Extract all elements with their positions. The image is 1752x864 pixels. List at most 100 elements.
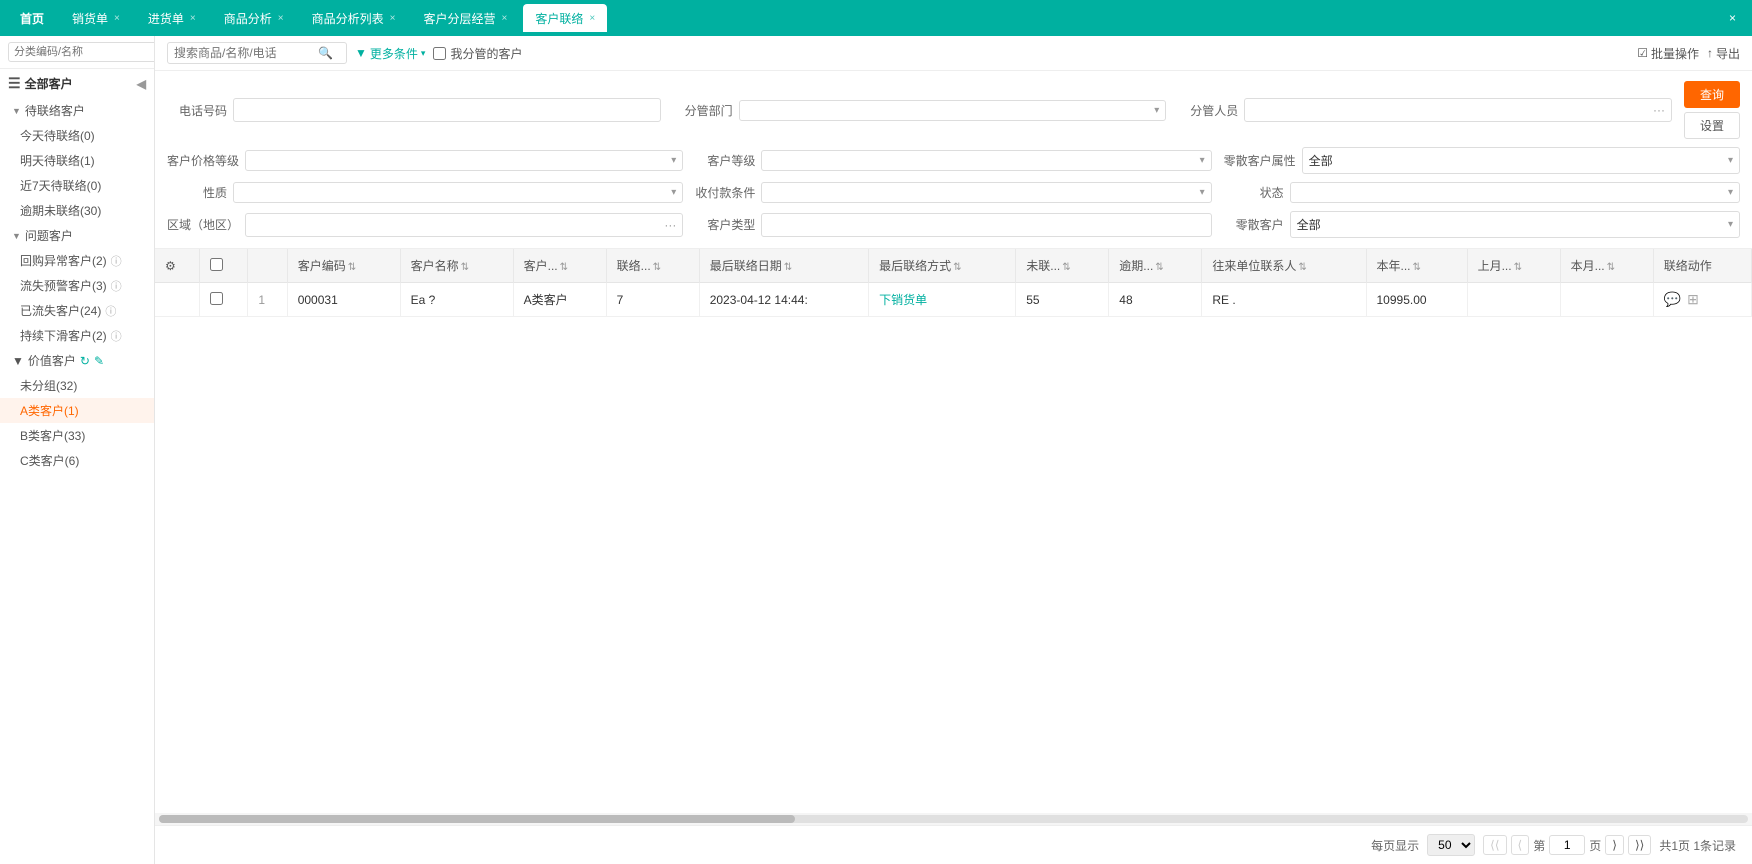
sidebar-item-repurchase-abnormal[interactable]: 回购异常客户(2) ⓘ xyxy=(0,248,154,273)
close-icon[interactable]: × xyxy=(278,13,284,24)
tab-customer-contact[interactable]: 客户联络 × xyxy=(523,4,607,32)
action-icons: 💬 ⊞ xyxy=(1664,291,1741,308)
sidebar-item-unclassified[interactable]: 未分组(32) xyxy=(0,373,154,398)
close-icon[interactable]: × xyxy=(501,13,507,24)
col-settings[interactable]: ⚙ xyxy=(155,249,199,283)
page-size-select[interactable]: 50 xyxy=(1427,834,1475,856)
sort-icon[interactable]: ⇅ xyxy=(1514,262,1522,273)
page-number-input[interactable] xyxy=(1549,835,1585,855)
all-customers-header[interactable]: ☰ 全部客户 ◀ xyxy=(0,69,154,98)
tab-product-analysis[interactable]: 商品分析 × xyxy=(212,4,296,32)
sidebar-item-7days-pending[interactable]: 近7天待联络(0) xyxy=(0,173,154,198)
select-all-checkbox[interactable] xyxy=(210,258,223,271)
filter-form: 电话号码 分管部门 ▾ 分管人员 ··· xyxy=(155,71,1752,249)
sort-icon[interactable]: ⇅ xyxy=(348,262,356,273)
last-method-link[interactable]: 下销货单 xyxy=(879,293,927,307)
sort-icon[interactable]: ⇅ xyxy=(1413,262,1421,273)
col-this-month[interactable]: 本月...⇅ xyxy=(1560,249,1653,283)
scatter-attr-select[interactable]: 全部 ▾ xyxy=(1302,147,1740,174)
scatter-customer-select[interactable]: 全部 ▾ xyxy=(1290,211,1740,238)
sidebar-item-declining[interactable]: 持续下滑客户(2) ⓘ xyxy=(0,323,154,348)
search-input[interactable] xyxy=(174,46,314,60)
settings-button[interactable]: 设置 xyxy=(1684,112,1740,139)
col-not-contact[interactable]: 未联...⇅ xyxy=(1016,249,1109,283)
next-page-button[interactable]: ⟩ xyxy=(1605,835,1624,855)
scrollbar-thumb[interactable] xyxy=(159,815,795,823)
message-icon[interactable]: 💬 xyxy=(1664,291,1681,308)
col-unit-contact[interactable]: 往来单位联系人⇅ xyxy=(1202,249,1366,283)
first-page-button[interactable]: ⟨⟨ xyxy=(1483,835,1506,855)
col-checkbox[interactable] xyxy=(199,249,247,283)
sidebar-item-today-pending[interactable]: 今天待联络(0) xyxy=(0,123,154,148)
tab-purchase-order[interactable]: 进货单 × xyxy=(136,4,208,32)
search-icon[interactable]: 🔍 xyxy=(318,46,333,60)
sort-icon[interactable]: ⇅ xyxy=(1607,262,1615,273)
close-icon[interactable]: × xyxy=(589,13,595,24)
sort-icon[interactable]: ⇅ xyxy=(1062,262,1070,273)
row-checkbox[interactable] xyxy=(210,292,223,305)
col-this-year[interactable]: 本年...⇅ xyxy=(1366,249,1467,283)
export-button[interactable]: ↑ 导出 xyxy=(1707,45,1740,62)
close-icon[interactable]: × xyxy=(114,13,120,24)
batch-operation-button[interactable]: ☑ 批量操作 xyxy=(1637,45,1699,62)
close-icon[interactable]: × xyxy=(390,13,396,24)
sort-icon[interactable]: ⇅ xyxy=(953,262,961,273)
sidebar-item-overdue-pending[interactable]: 逾期未联络(30) xyxy=(0,198,154,223)
dots-icon[interactable]: ··· xyxy=(664,218,676,232)
manager-select[interactable]: ··· xyxy=(1244,98,1672,122)
edit-icon[interactable]: ✎ xyxy=(94,354,104,368)
cell-last-date: 2023-04-12 14:44: xyxy=(699,283,868,317)
col-last-date[interactable]: 最后联络日期⇅ xyxy=(699,249,868,283)
col-contact[interactable]: 联络...⇅ xyxy=(606,249,699,283)
tab-product-analysis-list[interactable]: 商品分析列表 × xyxy=(300,4,408,32)
pending-contact-group[interactable]: ▼ 待联络客户 xyxy=(0,98,154,123)
problem-customers-group[interactable]: ▼ 问题客户 xyxy=(0,223,154,248)
tab-customer-segments[interactable]: 客户分层经营 × xyxy=(411,4,519,32)
payment-select[interactable]: ▾ xyxy=(761,182,1211,203)
sidebar-item-b-class[interactable]: B类客户(33) xyxy=(0,423,154,448)
category-search-input[interactable] xyxy=(8,42,155,62)
tab-sales-order[interactable]: 销货单 × xyxy=(60,4,132,32)
nature-select[interactable]: ▾ xyxy=(233,182,683,203)
dots-icon[interactable]: ··· xyxy=(1653,103,1665,117)
price-level-select[interactable]: ▾ xyxy=(245,150,683,171)
close-all-button[interactable]: × xyxy=(1721,9,1744,27)
col-last-month[interactable]: 上月...⇅ xyxy=(1467,249,1560,283)
last-page-button[interactable]: ⟩⟩ xyxy=(1628,835,1651,855)
close-icon[interactable]: × xyxy=(190,13,196,24)
customer-level-select[interactable]: ▾ xyxy=(761,150,1211,171)
sidebar-item-c-class[interactable]: C类客户(6) xyxy=(0,448,154,473)
sidebar-item-tomorrow-pending[interactable]: 明天待联络(1) xyxy=(0,148,154,173)
my-customers-checkbox[interactable]: 我分管的客户 xyxy=(433,45,522,62)
sidebar-item-churned[interactable]: 已流失客户(24) ⓘ xyxy=(0,298,154,323)
more-filters-button[interactable]: ▼ 更多条件 ▾ xyxy=(355,45,425,62)
refresh-icon[interactable]: ↻ xyxy=(80,354,90,368)
my-customers-check[interactable] xyxy=(433,47,446,60)
customer-type-input[interactable] xyxy=(761,213,1211,237)
col-type[interactable]: 客户...⇅ xyxy=(513,249,606,283)
sort-icon[interactable]: ⇅ xyxy=(560,262,568,273)
collapse-icon[interactable]: ◀ xyxy=(137,77,146,91)
query-button[interactable]: 查询 xyxy=(1684,81,1740,108)
col-overdue[interactable]: 逾期...⇅ xyxy=(1109,249,1202,283)
sort-icon[interactable]: ⇅ xyxy=(1298,262,1306,273)
sidebar-item-churn-warning[interactable]: 流失预警客户(3) ⓘ xyxy=(0,273,154,298)
link-icon[interactable]: ⊞ xyxy=(1687,291,1699,308)
sort-icon[interactable]: ⇅ xyxy=(461,262,469,273)
col-code[interactable]: 客户编码⇅ xyxy=(287,249,400,283)
tab-home[interactable]: 首页 xyxy=(8,4,56,32)
page-label: 第 xyxy=(1533,837,1545,854)
region-select[interactable]: ··· xyxy=(245,213,683,237)
status-select[interactable]: ▾ xyxy=(1290,182,1740,203)
col-last-method[interactable]: 最后联络方式⇅ xyxy=(869,249,1016,283)
horizontal-scrollbar[interactable] xyxy=(155,813,1752,825)
cell-checkbox[interactable] xyxy=(199,283,247,317)
col-name[interactable]: 客户名称⇅ xyxy=(400,249,513,283)
phone-input[interactable] xyxy=(233,98,661,122)
sort-icon[interactable]: ⇅ xyxy=(784,262,792,273)
sidebar-item-a-class[interactable]: A类客户(1) xyxy=(0,398,154,423)
sort-icon[interactable]: ⇅ xyxy=(1155,262,1163,273)
dept-select[interactable]: ▾ xyxy=(739,100,1167,121)
sort-icon[interactable]: ⇅ xyxy=(653,262,661,273)
prev-page-button[interactable]: ⟨ xyxy=(1511,835,1530,855)
